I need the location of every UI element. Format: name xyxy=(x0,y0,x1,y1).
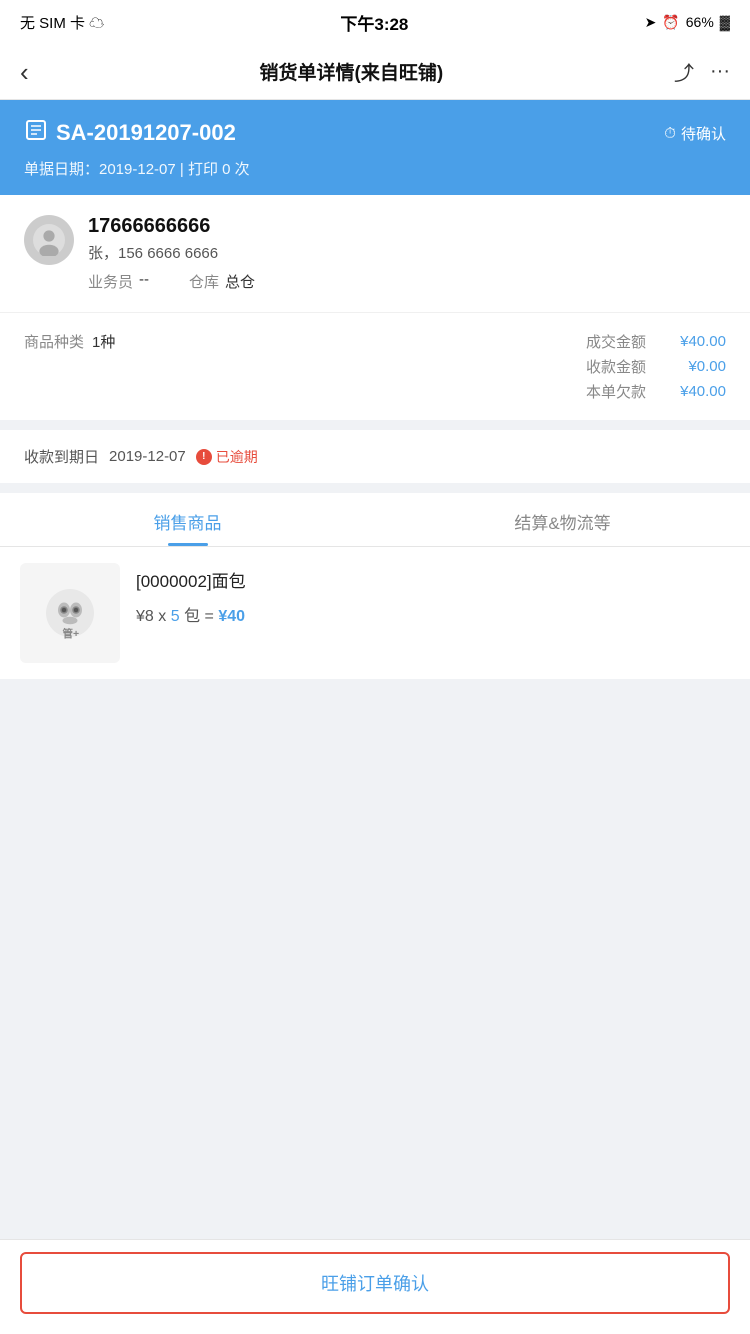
back-button[interactable]: ‹ xyxy=(20,59,29,85)
sales-item: 业务员 -- xyxy=(88,271,149,292)
location-icon: ➤ xyxy=(645,14,657,31)
tab-settlement[interactable]: 结算&物流等 xyxy=(375,493,750,546)
order-id: SA-20191207-002 xyxy=(24,118,236,148)
tabs-container: 销售商品 结算&物流等 xyxy=(0,483,750,547)
tab-sales-products[interactable]: 销售商品 xyxy=(0,493,375,546)
status-right: ➤ ⏰ 66% ▓ xyxy=(645,14,730,31)
nav-bar: ‹ 销货单详情(来自旺铺) ⤴ ··· xyxy=(0,44,750,100)
received-amount-row: 收款金额 ¥0.00 xyxy=(586,356,726,377)
avatar xyxy=(24,215,74,265)
product-quantity: 5 xyxy=(171,608,180,625)
product-type-value: 1种 xyxy=(92,331,115,352)
product-section: 管+ [0000002]面包 ¥8 x 5 包 = ¥40 xyxy=(0,547,750,679)
due-date-section: 收款到期日 2019-12-07 ! 已逾期 xyxy=(0,420,750,483)
product-type-label: 商品种类 xyxy=(24,331,84,352)
due-date-label: 收款到期日 xyxy=(24,446,99,467)
order-icon xyxy=(24,118,48,148)
received-value: ¥0.00 xyxy=(656,358,726,375)
clock-icon: ⏱ xyxy=(664,125,676,142)
page-title: 销货单详情(来自旺铺) xyxy=(260,58,444,85)
confirm-order-button[interactable]: 旺铺订单确认 xyxy=(20,1252,730,1314)
product-total: ¥40 xyxy=(218,608,245,625)
status-bar: 无 SIM 卡 ☁ 下午3:28 ➤ ⏰ 66% ▓ xyxy=(0,0,750,44)
status-time: 下午3:28 xyxy=(340,10,408,35)
customer-phone: 17666666666 xyxy=(88,215,726,238)
alarm-icon: ⏰ xyxy=(662,14,679,31)
balance-value: ¥40.00 xyxy=(656,383,726,400)
summary-amounts: 成交金额 ¥40.00 收款金额 ¥0.00 本单欠款 ¥40.00 xyxy=(586,331,726,402)
more-icon[interactable]: ··· xyxy=(710,60,730,83)
balance-amount-row: 本单欠款 ¥40.00 xyxy=(586,381,726,402)
received-label: 收款金额 xyxy=(586,356,646,377)
bottom-area xyxy=(0,679,750,899)
customer-info: 17666666666 张，156 6666 6666 业务员 -- 仓库 总仓 xyxy=(88,215,726,292)
warehouse-label: 仓库 xyxy=(189,271,219,292)
due-date-value: 2019-12-07 xyxy=(109,448,186,465)
product-type: 商品种类 1种 xyxy=(24,331,115,352)
balance-label: 本单欠款 xyxy=(586,381,646,402)
transaction-label: 成交金额 xyxy=(586,331,646,352)
warehouse-item: 仓库 总仓 xyxy=(189,271,255,292)
multiply-sign: x xyxy=(158,608,170,625)
overdue-badge: ! 已逾期 xyxy=(196,447,258,467)
overdue-text: 已逾期 xyxy=(216,447,258,467)
status-left: 无 SIM 卡 ☁ xyxy=(20,12,104,33)
battery-level: 66% xyxy=(686,14,714,30)
customer-section: 17666666666 张，156 6666 6666 业务员 -- 仓库 总仓 xyxy=(0,195,750,312)
customer-name: 张，156 6666 6666 xyxy=(88,242,726,263)
transaction-amount-row: 成交金额 ¥40.00 xyxy=(586,331,726,352)
order-header-card: SA-20191207-002 ⏱ 待确认 单据日期：2019-12-07 | … xyxy=(0,100,750,195)
product-calculation: ¥8 x 5 包 = ¥40 xyxy=(136,602,730,626)
product-unit: 包 xyxy=(184,608,200,625)
order-status: ⏱ 待确认 xyxy=(664,123,726,144)
sim-status: 无 SIM 卡 ☁ xyxy=(20,12,104,33)
sales-value: -- xyxy=(139,271,149,292)
transaction-value: ¥40.00 xyxy=(656,333,726,350)
overdue-icon: ! xyxy=(196,449,212,465)
product-price: ¥8 xyxy=(136,608,154,625)
nav-actions: ⤴ ··· xyxy=(674,57,730,86)
order-meta: 单据日期：2019-12-07 | 打印 0 次 xyxy=(24,158,726,179)
summary-section: 商品种类 1种 成交金额 ¥40.00 收款金额 ¥0.00 本单欠款 ¥40.… xyxy=(0,312,750,420)
sales-label: 业务员 xyxy=(88,271,133,292)
battery-icon: ▓ xyxy=(720,14,730,30)
product-info: [0000002]面包 ¥8 x 5 包 = ¥40 xyxy=(136,563,730,626)
customer-meta: 业务员 -- 仓库 总仓 xyxy=(88,271,726,292)
product-name: [0000002]面包 xyxy=(136,567,730,592)
equals-sign: = xyxy=(205,608,219,625)
product-image: 管+ xyxy=(20,563,120,663)
svg-text:管+: 管+ xyxy=(63,627,80,640)
confirm-button-container: 旺铺订单确认 xyxy=(0,1239,750,1334)
share-icon[interactable]: ⤴ xyxy=(674,57,694,86)
warehouse-value: 总仓 xyxy=(225,271,255,292)
